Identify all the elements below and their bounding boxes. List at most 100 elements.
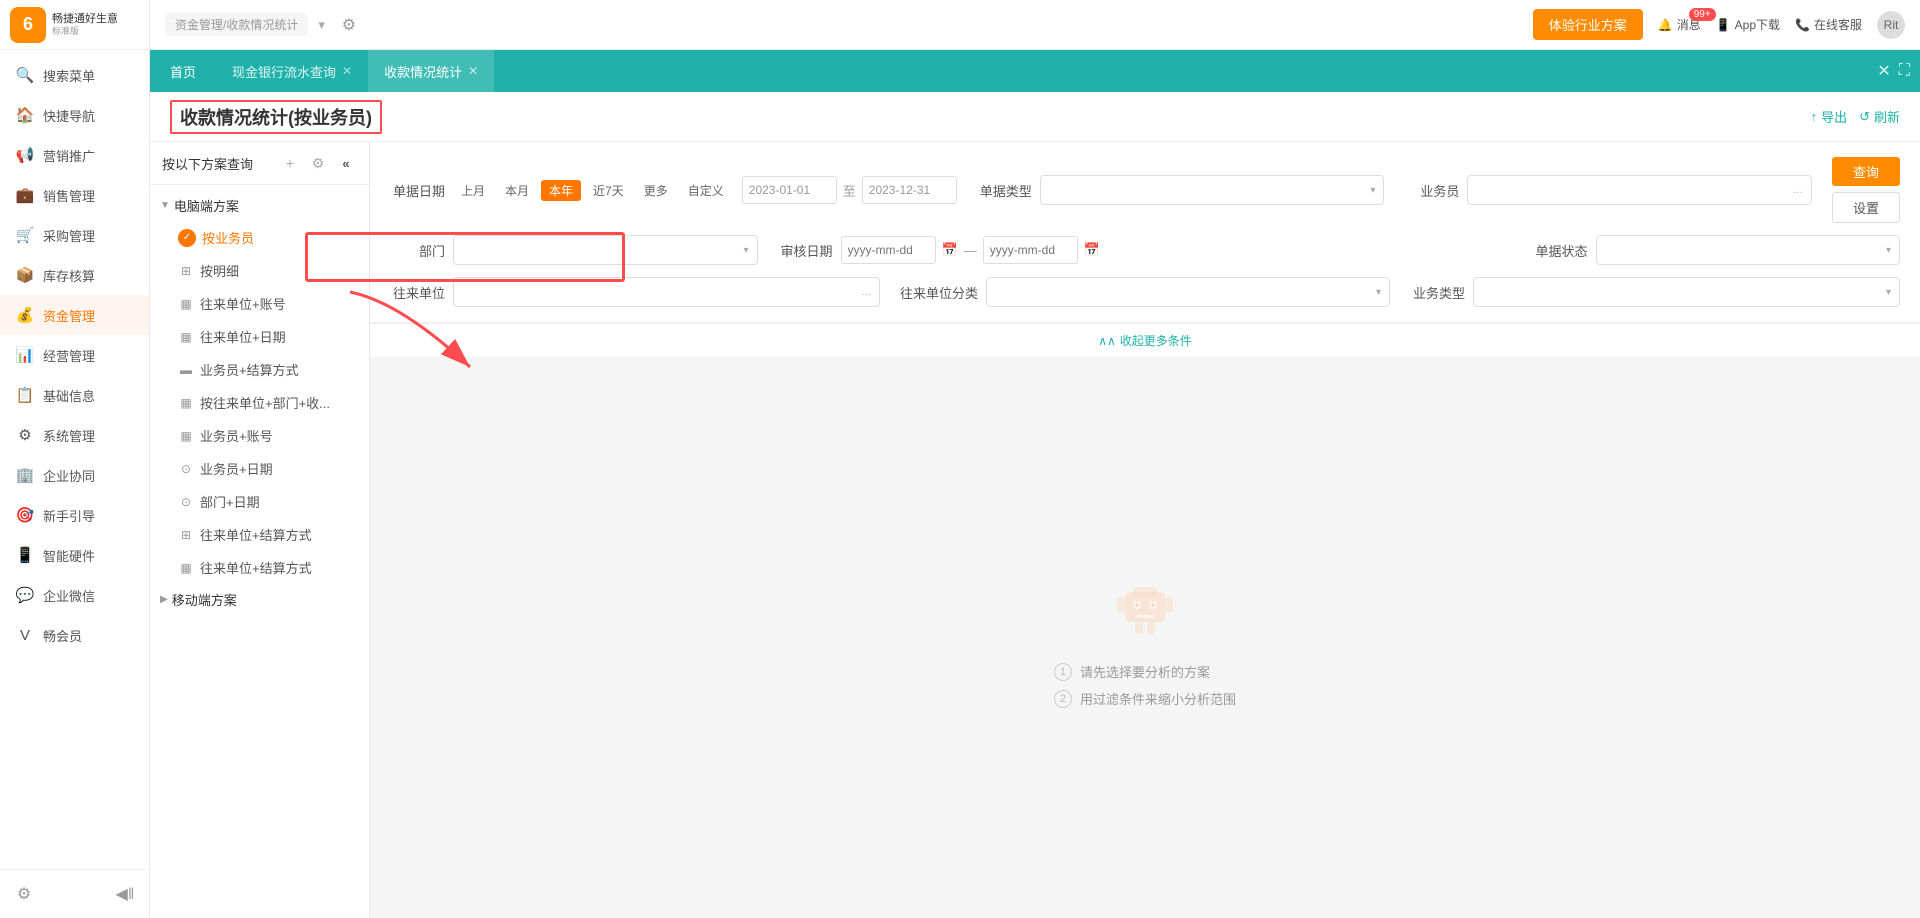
sidebar-item-quicknav[interactable]: 🏠 快捷导航 (0, 95, 149, 135)
doc-type-select[interactable]: ▾ (1040, 175, 1385, 205)
sidebar-item-inventory[interactable]: 📦 库存核算 (0, 255, 149, 295)
sidebar-item-search[interactable]: 🔍 搜索菜单 (0, 55, 149, 95)
trial-btn[interactable]: 体验行业方案 (1533, 9, 1643, 40)
scheme-add-btn[interactable]: + (279, 152, 301, 174)
date-tab-custom[interactable]: 自定义 (680, 180, 732, 201)
business-type-select[interactable]: ▾ (1473, 277, 1900, 307)
sidebar-item-smarthw[interactable]: 📱 智能硬件 (0, 535, 149, 575)
collapse-bar[interactable]: ∧∧ 收起更多条件 (370, 323, 1920, 357)
date-tab-7days[interactable]: 近7天 (585, 180, 632, 201)
sidebar-item-wechat[interactable]: 💬 企业微信 (0, 575, 149, 615)
date-from-input[interactable] (742, 176, 837, 204)
tab-bank-flow[interactable]: 现金银行流水查询 ✕ (216, 50, 368, 92)
doc-type-field: 单据类型 ▾ (977, 175, 1385, 205)
app-download-btn[interactable]: 📱 App下载 (1716, 16, 1780, 33)
export-btn[interactable]: ↑ 导出 (1811, 107, 1848, 126)
sidebar-item-marketing[interactable]: 📢 营销推广 (0, 135, 149, 175)
table-icon-4: ▦ (178, 428, 194, 444)
date-to-input[interactable] (862, 176, 957, 204)
sidebar-item-sales[interactable]: 💼 销售管理 (0, 175, 149, 215)
scheme-item-counterpart-settle1[interactable]: ⊞ 往来单位+结算方式 (150, 518, 369, 551)
tab-collection-stat-close[interactable]: ✕ (468, 64, 478, 78)
header-right: 体验行业方案 🔔 消息 99+ 📱 App下载 📞 在线客服 Rit (1533, 9, 1905, 40)
date-label: 单据日期 (390, 181, 445, 200)
tab-bank-flow-close[interactable]: ✕ (342, 64, 352, 78)
header-settings-icon[interactable]: ⚙ (335, 11, 363, 39)
member-icon: V (15, 625, 35, 645)
date-tab-thisyear[interactable]: 本年 (541, 180, 581, 201)
audit-date-to-input[interactable] (983, 236, 1078, 264)
scheme-item-counterpart-settle2[interactable]: ▦ 往来单位+结算方式 (150, 551, 369, 584)
scheme-group-mobile[interactable]: ▶ 移动端方案 (150, 584, 369, 615)
scheme-item-by-detail[interactable]: ⊞ 按明细 (150, 254, 369, 287)
grid-icon-2: ⊞ (178, 527, 194, 543)
scheme-item-salesperson-date[interactable]: ⊙ 业务员+日期 (150, 452, 369, 485)
dept-select[interactable]: ▾ (453, 235, 758, 265)
scheme-item-counterpart-dept[interactable]: ▦ 按往来单位+部门+收... (150, 386, 369, 419)
date-tab-thismonth[interactable]: 本月 (497, 180, 537, 201)
date-tab-lastmonth[interactable]: 上月 (453, 180, 493, 201)
business-type-field: 业务类型 ▾ (1410, 277, 1900, 307)
tab-home[interactable]: 首页 (150, 50, 216, 92)
query-btn[interactable]: 查询 (1832, 157, 1900, 186)
form-row-2: 部门 ▾ 审核日期 📅 — (390, 235, 1900, 265)
export-icon: ↑ (1811, 109, 1818, 124)
calendar-from-icon[interactable]: 📅 (942, 242, 958, 258)
group-arrow-collapsed-icon: ▶ (160, 594, 168, 605)
app-logo-icon: 6 (10, 7, 46, 43)
collapse-icon: ∧∧ (1098, 334, 1116, 348)
main-content: 资金管理/收款情况统计 ▾ ⚙ 体验行业方案 🔔 消息 99+ 📱 App下载 … (150, 0, 1920, 918)
counterpart-category-field: 往来单位分类 ▾ (900, 277, 1390, 307)
sidebar-item-basic-info[interactable]: 📋 基础信息 (0, 375, 149, 415)
collapse-sidebar-icon[interactable]: ◀‖ (111, 880, 139, 908)
messages-btn[interactable]: 🔔 消息 99+ (1658, 16, 1701, 33)
counterpart-field: 往来单位 … (390, 277, 880, 307)
scheme-settings-btn[interactable]: ⚙ (307, 152, 329, 174)
query-settings-btns: 查询 设置 (1832, 157, 1900, 223)
scheme-header: 按以下方案查询 + ⚙ « (150, 142, 369, 185)
scheme-title: 按以下方案查询 (162, 154, 253, 173)
settings-footer-icon[interactable]: ⚙ (10, 880, 38, 908)
scheme-group-desktop[interactable]: ▼ 电脑端方案 (150, 190, 369, 221)
counterpart-select[interactable]: … (453, 277, 880, 307)
salesperson-select[interactable]: … (1467, 175, 1812, 205)
scheme-item-salesperson-settle[interactable]: ▬ 业务员+结算方式 (150, 353, 369, 386)
chevron-down-icon-7: ▾ (1886, 287, 1891, 298)
doc-status-field: 单据状态 ▾ (1533, 235, 1901, 265)
sidebar-menu: 🔍 搜索菜单 🏠 快捷导航 📢 营销推广 💼 销售管理 🛒 采购管理 📦 库存核… (0, 50, 149, 869)
audit-date-from-input[interactable] (841, 236, 936, 264)
sidebar-item-operations[interactable]: 📊 经营管理 (0, 335, 149, 375)
scheme-item-dept-date[interactable]: ⊙ 部门+日期 (150, 485, 369, 518)
online-service-btn[interactable]: 📞 在线客服 (1795, 16, 1862, 33)
scheme-collapse-btn[interactable]: « (335, 152, 357, 174)
search-icon: 🔍 (15, 65, 35, 85)
sidebar-item-enterprise[interactable]: 🏢 企业协同 (0, 455, 149, 495)
empty-tip-2: 2 用过滤条件来缩小分析范围 (1054, 689, 1236, 708)
refresh-btn[interactable]: ↺ 刷新 (1859, 107, 1900, 126)
active-circle-icon: ✓ (178, 229, 196, 247)
scheme-item-salesperson-account[interactable]: ▦ 业务员+账号 (150, 419, 369, 452)
table-icon-3: ▦ (178, 395, 194, 411)
top-header: 资金管理/收款情况统计 ▾ ⚙ 体验行业方案 🔔 消息 99+ 📱 App下载 … (150, 0, 1920, 50)
settings-btn[interactable]: 设置 (1832, 192, 1900, 223)
tab-maximize-icon[interactable]: ⛶ (1899, 62, 1910, 80)
refresh-icon: ↺ (1859, 109, 1870, 125)
calendar-to-icon[interactable]: 📅 (1084, 242, 1100, 258)
tab-collection-stat[interactable]: 收款情况统计 ✕ (368, 50, 494, 92)
sidebar-item-system[interactable]: ⚙ 系统管理 (0, 415, 149, 455)
scheme-item-counterpart-account[interactable]: ▦ 往来单位+账号 (150, 287, 369, 320)
sidebar-item-member[interactable]: V 畅会员 (0, 615, 149, 655)
sidebar-item-finance[interactable]: 💰 资金管理 (0, 295, 149, 335)
scheme-item-by-salesperson[interactable]: ✓ 按业务员 (150, 221, 369, 254)
scheme-item-counterpart-date[interactable]: ▦ 往来单位+日期 (150, 320, 369, 353)
chevron-down-icon-1: ▾ (1370, 185, 1375, 196)
salesperson-label: 业务员 (1404, 181, 1459, 200)
doc-status-select[interactable]: ▾ (1596, 235, 1901, 265)
table-icon-1: ▦ (178, 296, 194, 312)
tab-close-all-icon[interactable]: ✕ (1877, 61, 1890, 81)
chevron-down-icon-3: ▾ (743, 245, 748, 256)
sidebar-item-purchase[interactable]: 🛒 采购管理 (0, 215, 149, 255)
sidebar-item-guide[interactable]: 🎯 新手引导 (0, 495, 149, 535)
date-tab-more[interactable]: 更多 (636, 180, 676, 201)
counterpart-category-select[interactable]: ▾ (986, 277, 1390, 307)
